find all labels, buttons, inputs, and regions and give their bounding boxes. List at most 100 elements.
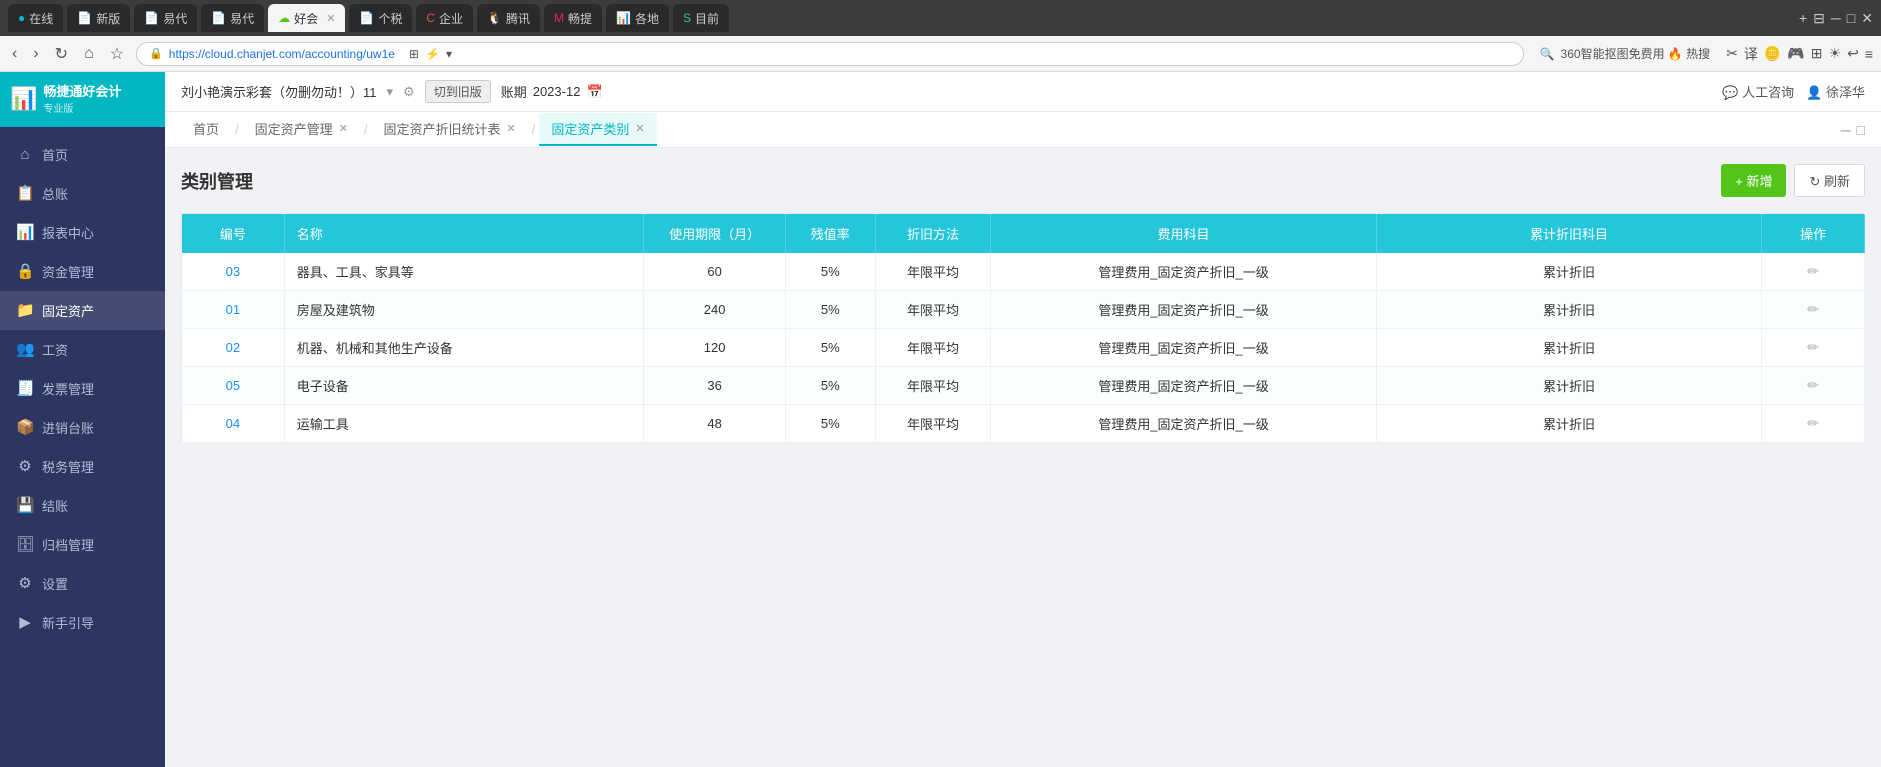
undo-icon[interactable]: ↩ bbox=[1847, 45, 1859, 62]
grid-icon[interactable]: ⊞ bbox=[1811, 45, 1823, 62]
user-avatar[interactable]: 👤 徐泽华 bbox=[1806, 82, 1865, 101]
cell-name-1: 房屋及建筑物 bbox=[284, 291, 644, 329]
tab-maximize-btn[interactable]: □ bbox=[1857, 122, 1865, 138]
cell-rate-1: 5% bbox=[785, 291, 875, 329]
sidebar-item-archive[interactable]: 🗄 归档管理 bbox=[0, 525, 165, 564]
tab-easy1[interactable]: 📄 易代 bbox=[134, 4, 197, 32]
coin-icon[interactable]: 🪙 bbox=[1764, 45, 1781, 62]
table-row: 03 器具、工具、家具等 60 5% 年限平均 管理费用_固定资产折旧_一级 累… bbox=[182, 253, 1865, 291]
sidebar-item-funds[interactable]: 🔒 资金管理 bbox=[0, 252, 165, 291]
translate-icon[interactable]: 译 bbox=[1744, 44, 1758, 64]
sidebar-item-fixed-assets[interactable]: 📁 固定资产 bbox=[0, 291, 165, 330]
cell-expense-0: 管理费用_固定资产折旧_一级 bbox=[991, 253, 1376, 291]
top-bar-left: 刘小艳演示彩套（勿删勿动！）11 ▾ ⚙ 切到旧版 账期 2023-12 📅 bbox=[181, 80, 603, 103]
maximize-btn[interactable]: □ bbox=[1847, 10, 1855, 26]
tab-muqian[interactable]: S 目前 bbox=[673, 4, 729, 32]
sidebar-item-home[interactable]: ⌂ 首页 bbox=[0, 135, 165, 174]
tab-minimize-btn[interactable]: ─ bbox=[1841, 122, 1851, 138]
minimize-btn[interactable]: ─ bbox=[1831, 10, 1841, 26]
consultation-link[interactable]: 💬 人工咨询 bbox=[1722, 82, 1794, 101]
table-row: 02 机器、机械和其他生产设备 120 5% 年限平均 管理费用_固定资产折旧_… bbox=[182, 329, 1865, 367]
dropdown-icon[interactable]: ▾ bbox=[387, 84, 394, 100]
col-header-code: 编号 bbox=[182, 214, 285, 254]
new-tab-btn[interactable]: + bbox=[1799, 10, 1807, 26]
cell-months-4: 48 bbox=[644, 405, 785, 443]
search-bar[interactable]: 🔍 360智能抠图免费用 🔥 热搜 bbox=[1532, 45, 1719, 62]
tab-sep-1: / bbox=[235, 122, 239, 137]
settings-btn[interactable]: ⚙ bbox=[403, 84, 415, 100]
tab-close-depreciation-stat[interactable]: ✕ bbox=[507, 122, 516, 135]
browser-controls: ‹ › ↻ ⌂ ☆ 🔒 https://cloud.chanjet.com/ac… bbox=[0, 36, 1881, 72]
tab-hao[interactable]: ☁ 好会 ✕ bbox=[268, 4, 345, 32]
bookmark-button[interactable]: ☆ bbox=[106, 42, 128, 66]
switch-version-button[interactable]: 切到旧版 bbox=[425, 80, 491, 103]
sidebar-label-tax: 税务管理 bbox=[42, 457, 94, 476]
cell-code-3[interactable]: 05 bbox=[182, 367, 285, 405]
sidebar-label-ledger: 总账 bbox=[42, 184, 68, 203]
tax-icon: ⚙ bbox=[16, 457, 34, 475]
sidebar-item-inventory[interactable]: 📦 进销台账 bbox=[0, 408, 165, 447]
back-button[interactable]: ‹ bbox=[8, 43, 21, 65]
sidebar-item-checkout[interactable]: 💾 结账 bbox=[0, 486, 165, 525]
edit-icon-1[interactable]: ✏ bbox=[1807, 301, 1819, 317]
edit-icon-3[interactable]: ✏ bbox=[1807, 377, 1819, 393]
sidebar-item-invoice[interactable]: 🧾 发票管理 bbox=[0, 369, 165, 408]
menu-icon[interactable]: ≡ bbox=[1865, 46, 1873, 62]
tab-close-hao[interactable]: ✕ bbox=[326, 12, 335, 25]
edit-icon-2[interactable]: ✏ bbox=[1807, 339, 1819, 355]
sun-icon[interactable]: ☀ bbox=[1829, 45, 1842, 62]
sidebar-item-settings[interactable]: ⚙ 设置 bbox=[0, 564, 165, 603]
calendar-icon[interactable]: 📅 bbox=[586, 84, 602, 100]
scissors-icon[interactable]: ✂ bbox=[1726, 45, 1738, 62]
cell-accum-1: 累计折旧 bbox=[1376, 291, 1761, 329]
tab-homepage-label: 首页 bbox=[193, 119, 219, 138]
tab-easy2[interactable]: 📄 易代 bbox=[201, 4, 264, 32]
tab-fixed-asset-mgmt[interactable]: 固定资产管理 ✕ bbox=[243, 113, 360, 146]
sidebar-item-guide[interactable]: ▶ 新手引导 bbox=[0, 603, 165, 642]
cell-accum-4: 累计折旧 bbox=[1376, 405, 1761, 443]
edit-icon-4[interactable]: ✏ bbox=[1807, 415, 1819, 431]
close-all-btn[interactable]: ⊟ bbox=[1813, 10, 1825, 27]
address-bar[interactable]: 🔒 https://cloud.chanjet.com/accounting/u… bbox=[136, 42, 1524, 66]
cell-code-0[interactable]: 03 bbox=[182, 253, 285, 291]
cell-code-2[interactable]: 02 bbox=[182, 329, 285, 367]
sidebar-item-tax[interactable]: ⚙ 税务管理 bbox=[0, 447, 165, 486]
reload-button[interactable]: ↻ bbox=[51, 42, 72, 66]
tab-homepage[interactable]: 首页 bbox=[181, 113, 231, 146]
game-icon[interactable]: 🎮 bbox=[1787, 45, 1804, 62]
tab-close-fixed-asset-mgmt[interactable]: ✕ bbox=[339, 122, 348, 135]
tab-changtui[interactable]: M 畅提 bbox=[544, 4, 602, 32]
forward-button[interactable]: › bbox=[29, 43, 42, 65]
main-content: 刘小艳演示彩套（勿删勿动！）11 ▾ ⚙ 切到旧版 账期 2023-12 📅 💬… bbox=[165, 72, 1881, 767]
edit-icon-0[interactable]: ✏ bbox=[1807, 263, 1819, 279]
tab-enterprise[interactable]: C 企业 bbox=[416, 4, 473, 32]
cell-method-0: 年限平均 bbox=[875, 253, 991, 291]
refresh-button[interactable]: ↻ 刷新 bbox=[1794, 164, 1865, 197]
tab-online[interactable]: ● 在线 bbox=[8, 4, 63, 32]
cell-months-1: 240 bbox=[644, 291, 785, 329]
tab-tax[interactable]: 📄 个税 bbox=[349, 4, 412, 32]
settings-icon: ⚙ bbox=[16, 574, 34, 592]
search-text: 360智能抠图免费用 🔥 热搜 bbox=[1561, 45, 1711, 62]
cell-months-0: 60 bbox=[644, 253, 785, 291]
sidebar-item-ledger[interactable]: 📋 总账 bbox=[0, 174, 165, 213]
table-row: 04 运输工具 48 5% 年限平均 管理费用_固定资产折旧_一级 累计折旧 ✏ bbox=[182, 405, 1865, 443]
tab-asset-category-label: 固定资产类别 bbox=[551, 119, 629, 138]
add-button[interactable]: + 新增 bbox=[1721, 164, 1786, 197]
tab-tencent[interactable]: 🐧 腾讯 bbox=[477, 4, 540, 32]
cell-code-1[interactable]: 01 bbox=[182, 291, 285, 329]
col-header-months: 使用期限（月） bbox=[644, 214, 785, 254]
tab-close-asset-category[interactable]: ✕ bbox=[635, 122, 644, 135]
tab-gedi[interactable]: 📊 各地 bbox=[606, 4, 669, 32]
cell-method-1: 年限平均 bbox=[875, 291, 991, 329]
close-window-btn[interactable]: ✕ bbox=[1861, 10, 1873, 27]
cell-code-4[interactable]: 04 bbox=[182, 405, 285, 443]
sidebar-label-salary: 工资 bbox=[42, 340, 68, 359]
home-button[interactable]: ⌂ bbox=[80, 43, 98, 65]
tab-depreciation-stat[interactable]: 固定资产折旧统计表 ✕ bbox=[372, 113, 528, 146]
account-info: 刘小艳演示彩套（勿删勿动！）11 bbox=[181, 82, 377, 101]
sidebar-item-salary[interactable]: 👥 工资 bbox=[0, 330, 165, 369]
tab-asset-category[interactable]: 固定资产类别 ✕ bbox=[539, 113, 656, 146]
sidebar-item-reports[interactable]: 📊 报表中心 bbox=[0, 213, 165, 252]
tab-new[interactable]: 📄 新版 bbox=[67, 4, 130, 32]
